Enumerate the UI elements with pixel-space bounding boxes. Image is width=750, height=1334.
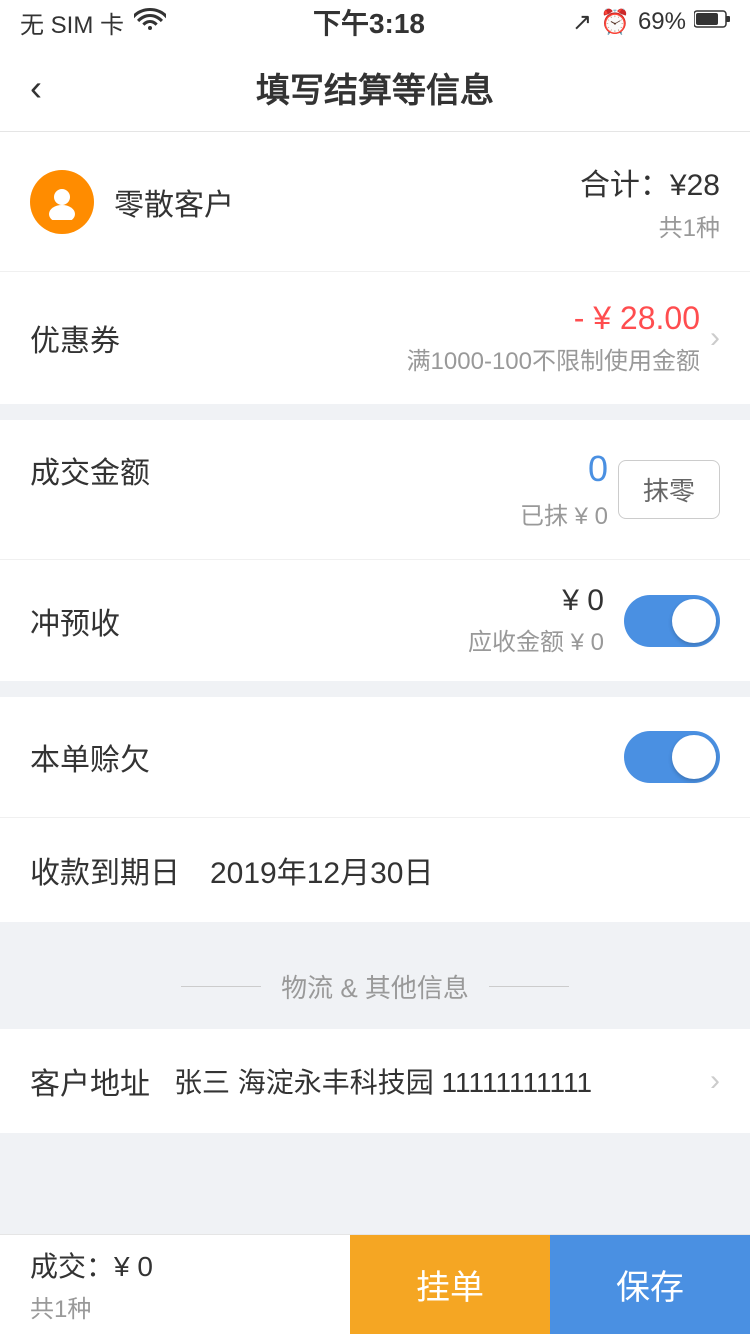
transaction-row: 成交金额 0 已抹 ¥ 0 抹零 [0, 420, 750, 559]
status-time: 下午3:18 [313, 2, 425, 42]
bottom-left: 成交：¥ 0 共1种 [0, 1245, 350, 1324]
round-button[interactable]: 抹零 [618, 460, 720, 519]
coupon-amount: - ¥ 28.00 [407, 300, 700, 337]
debt-label: 本单赊欠 [30, 735, 150, 779]
coupon-values: - ¥ 28.00 满1000-100不限制使用金额 [407, 300, 700, 376]
transaction-card: 成交金额 0 已抹 ¥ 0 抹零 冲预收 ¥ 0 应收金额 ¥ 0 [0, 420, 750, 681]
transaction-values: 0 已抹 ¥ 0 [520, 448, 608, 531]
battery-icon [694, 8, 730, 36]
save-button[interactable]: 保存 [550, 1235, 750, 1334]
customer-avatar [30, 170, 94, 234]
location-icon: ↗ [572, 8, 592, 37]
customer-total: 合计：¥28 [580, 160, 720, 204]
duedate-row: 收款到期日 2019年12月30日 [0, 817, 750, 922]
prepay-row: 冲预收 ¥ 0 应收金额 ¥ 0 [0, 559, 750, 681]
deal-label: 成交： [30, 1251, 114, 1282]
customer-name: 零散客户 [114, 180, 234, 224]
sim-label: 无 SIM 卡 [20, 5, 124, 40]
prepay-yen: ¥ 0 [468, 584, 604, 618]
address-label: 客户地址 [30, 1059, 150, 1103]
logistics-sep: 物流 & 其他信息 [0, 938, 750, 1029]
prepay-right: ¥ 0 应收金额 ¥ 0 [468, 584, 720, 657]
status-right: ↗ ⏰ 69% [572, 8, 730, 37]
deal-amount: ¥ 0 [114, 1251, 153, 1282]
prepay-sub: 应收金额 ¥ 0 [468, 622, 604, 657]
alarm-icon: ⏰ [600, 8, 630, 37]
back-button[interactable]: ‹ [30, 67, 42, 109]
bottom-bar: 成交：¥ 0 共1种 挂单 保存 [0, 1234, 750, 1334]
coupon-row[interactable]: 优惠券 - ¥ 28.00 满1000-100不限制使用金额 › [0, 271, 750, 404]
address-card[interactable]: 客户地址 张三 海淀永丰科技园 11111111111 › [0, 1029, 750, 1133]
debt-card: 本单赊欠 收款到期日 2019年12月30日 [0, 697, 750, 922]
coupon-chevron-icon: › [710, 321, 720, 355]
wifi-icon [134, 8, 166, 37]
coupon-right: - ¥ 28.00 满1000-100不限制使用金额 › [407, 300, 720, 376]
prepay-toggle[interactable] [624, 595, 720, 647]
bottom-deal: 成交：¥ 0 [30, 1245, 320, 1285]
customer-left: 零散客户 [30, 170, 234, 234]
battery-label: 69% [638, 8, 686, 36]
transaction-right: 0 已抹 ¥ 0 抹零 [520, 448, 720, 531]
transaction-value: 0 [520, 448, 608, 490]
status-bar: 无 SIM 卡 下午3:18 ↗ ⏰ 69% [0, 0, 750, 44]
debt-toggle[interactable] [624, 731, 720, 783]
logistics-title: 物流 & 其他信息 [181, 968, 569, 1005]
bottom-count: 共1种 [30, 1289, 320, 1324]
duedate-label: 收款到期日 [30, 848, 180, 892]
nav-bar: ‹ 填写结算等信息 [0, 44, 750, 132]
nav-title: 填写结算等信息 [256, 63, 494, 112]
content: 零散客户 合计：¥28 共1种 优惠券 - ¥ 28.00 满1000-100不… [0, 132, 750, 1269]
transaction-sub: 已抹 ¥ 0 [520, 496, 608, 531]
prepay-label: 冲预收 [30, 599, 120, 643]
transaction-label: 成交金额 [30, 448, 150, 492]
debt-row: 本单赊欠 [0, 697, 750, 817]
hold-button[interactable]: 挂单 [350, 1235, 550, 1334]
address-row[interactable]: 客户地址 张三 海淀永丰科技园 11111111111 › [0, 1029, 750, 1133]
prepay-amounts: ¥ 0 应收金额 ¥ 0 [468, 584, 604, 657]
status-left: 无 SIM 卡 [20, 5, 166, 40]
coupon-desc: 满1000-100不限制使用金额 [407, 341, 700, 376]
customer-card: 零散客户 合计：¥28 共1种 优惠券 - ¥ 28.00 满1000-100不… [0, 132, 750, 404]
customer-row: 零散客户 合计：¥28 共1种 [0, 132, 750, 271]
coupon-label: 优惠券 [30, 316, 120, 360]
address-chevron-icon: › [710, 1064, 720, 1098]
address-value: 张三 海淀永丰科技园 11111111111 [174, 1061, 686, 1101]
duedate-value: 2019年12月30日 [210, 848, 433, 892]
customer-count: 共1种 [580, 208, 720, 243]
customer-right: 合计：¥28 共1种 [580, 160, 720, 243]
